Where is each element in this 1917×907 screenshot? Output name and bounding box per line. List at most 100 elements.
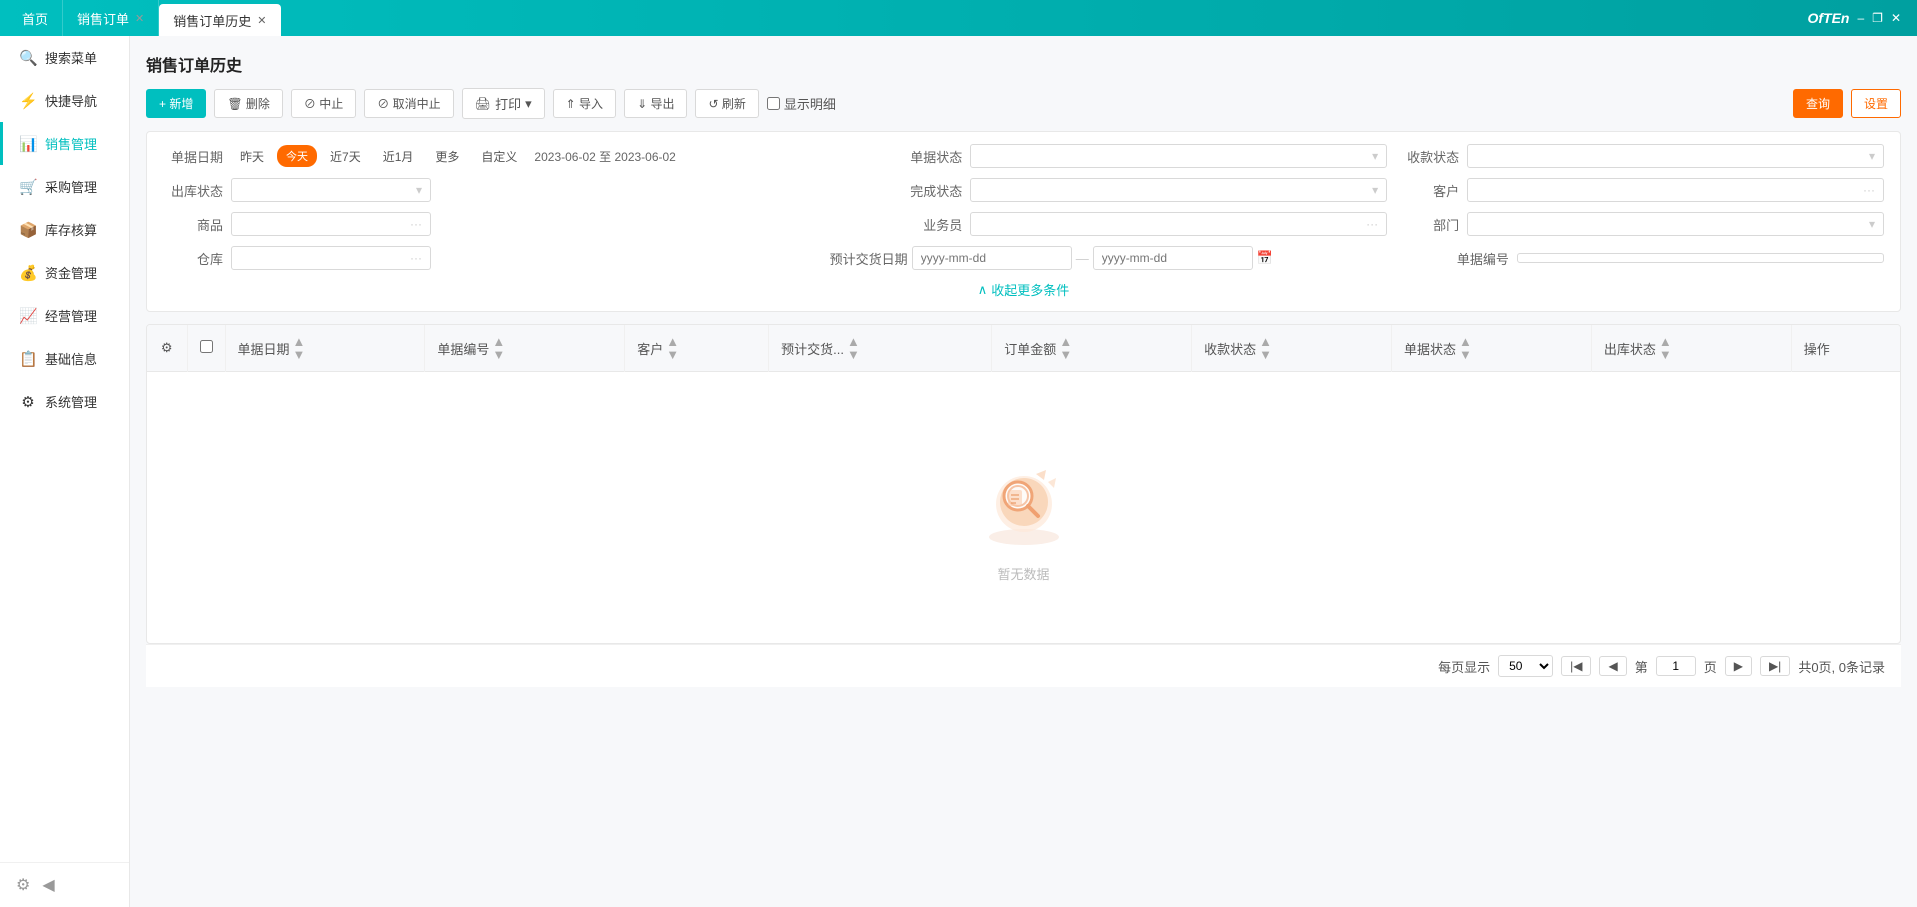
page-title: 销售订单历史 [146,52,1901,76]
settings-button[interactable]: 设置 [1851,89,1901,118]
sort-number[interactable]: 单据编号 ▲▼ [437,335,612,361]
import-button[interactable]: ⇑ 导入 [553,89,616,118]
date-btn-yesterday[interactable]: 昨天 [231,145,273,168]
page-size-select[interactable]: 10 20 50 100 [1498,655,1553,677]
chevron-down-icon: ▾ [1372,183,1378,197]
col-number: 单据编号 ▲▼ [425,325,625,372]
lightning-icon: ⚡ [19,92,37,110]
product-select[interactable]: ··· [231,212,431,236]
close-btn[interactable]: ✕ [1891,11,1901,25]
settings-icon[interactable]: ⚙ [161,340,173,355]
order-status-select[interactable]: ▾ [970,144,1387,168]
warehouse-select[interactable]: ··· [231,246,431,270]
settings-bottom-icon[interactable]: ⚙ [16,875,30,895]
delete-button[interactable]: 🗑 删除 [214,89,283,118]
empty-text: 暂无数据 [997,564,1049,583]
export-button[interactable]: ⇓ 导出 [624,89,687,118]
chart-icon: 📊 [19,135,37,153]
close-icon[interactable]: ✕ [257,14,266,27]
last-page-btn[interactable]: ▶| [1760,656,1790,676]
filter-section-date: 单据日期 昨天 今天 近7天 近1月 更多 自定义 2023-06-02 至 2… [163,145,890,168]
col-settings[interactable]: ⚙ [147,325,187,372]
delivery-status-select[interactable]: ▾ [231,178,431,202]
sort-date[interactable]: 单据日期 ▲▼ [238,335,413,361]
toolbar: + 新增 🗑 删除 ⊘ 中止 ⊘ 取消中止 🖨 🖨 打印 打印 ▾ ⇑ 导入 ⇓… [146,88,1901,119]
display-detail-input[interactable] [767,97,780,110]
expected-delivery-end[interactable] [1093,246,1253,270]
sort-arrows: ▲▼ [847,335,860,361]
date-btn-more[interactable]: 更多 [426,145,468,168]
filter-section-department: 部门 ▾ [1399,212,1884,236]
restore-btn[interactable]: ❐ [1872,11,1883,25]
sort-delivery-status[interactable]: 出库状态 ▲▼ [1604,335,1779,361]
page-number-input[interactable] [1656,656,1696,676]
date-btn-custom[interactable]: 自定义 [472,145,526,168]
chevron-down-icon: ▾ [525,96,532,112]
next-page-btn[interactable]: ▶ [1725,656,1752,676]
tab-home[interactable]: 首页 [8,0,63,36]
stop-button[interactable]: ⊘ 中止 [291,89,356,118]
filter-area: 单据日期 昨天 今天 近7天 近1月 更多 自定义 2023-06-02 至 2… [146,131,1901,312]
jump-label: 第 [1635,657,1648,676]
completion-status-select[interactable]: ▾ [970,178,1387,202]
sort-amount[interactable]: 订单金额 ▲▼ [1004,335,1179,361]
tab-sales-order-history[interactable]: 销售订单历史 ✕ [159,4,281,36]
sidebar-item-sales[interactable]: 📊 销售管理 [0,122,129,165]
department-select[interactable]: ▾ [1467,212,1884,236]
date-btn-today[interactable]: 今天 [277,145,317,167]
select-all-checkbox[interactable] [200,340,213,353]
collapse-sidebar-icon[interactable]: ◀ [42,875,54,895]
order-number-select[interactable] [1517,253,1884,263]
dots-icon: ··· [1863,183,1875,197]
sort-payment-status[interactable]: 收款状态 ▲▼ [1204,335,1379,361]
calendar-icon[interactable]: 📅 [1257,250,1273,266]
prev-page-btn[interactable]: ◀ [1599,656,1626,676]
sidebar-bottom: ⚙ ◀ [0,862,129,907]
col-order-status: 单据状态 ▲▼ [1392,325,1592,372]
cancel-stop-button[interactable]: ⊘ 取消中止 [364,89,453,118]
minimize-btn[interactable]: – [1857,11,1864,25]
expected-delivery-start[interactable] [912,246,1072,270]
refresh-button[interactable]: ↺ 刷新 [695,89,758,118]
sort-expected-delivery[interactable]: 预计交货... ▲▼ [781,335,979,361]
sidebar-item-quick-nav[interactable]: ⚡ 快捷导航 [0,79,129,122]
sidebar-item-search[interactable]: 🔍 搜索菜单 [0,36,129,79]
sidebar-item-operations[interactable]: 📈 经营管理 [0,294,129,337]
sidebar-item-system[interactable]: ⚙ 系统管理 [0,380,129,423]
print-button[interactable]: 🖨 🖨 打印 打印 ▾ [462,88,545,119]
payment-status-select[interactable]: ▾ [1467,144,1884,168]
warehouse-label: 仓库 [163,249,223,268]
sidebar-item-purchase[interactable]: 🛒 采购管理 [0,165,129,208]
sort-arrows: ▲▼ [492,335,505,361]
filter-row-3: 商品 ··· 业务员 ··· 部门 [163,212,1884,236]
main-layout: 🔍 搜索菜单 ⚡ 快捷导航 📊 销售管理 🛒 采购管理 📦 库存核算 💰 资金管… [0,36,1917,907]
date-btn-7days[interactable]: 近7天 [321,145,370,168]
tab-sales-order[interactable]: 销售订单 ✕ [63,0,159,36]
filter-section-completion-status: 完成状态 ▾ [902,178,1387,202]
sidebar-item-inventory[interactable]: 📦 库存核算 [0,208,129,251]
sort-arrows: ▲▼ [293,335,306,361]
close-icon[interactable]: ✕ [135,12,144,25]
chevron-down-icon: ▾ [1869,149,1875,163]
sidebar-item-finance[interactable]: 💰 资金管理 [0,251,129,294]
new-button[interactable]: + 新增 [146,89,206,118]
col-checkbox[interactable] [187,325,225,372]
sidebar-item-base-info[interactable]: 📋 基础信息 [0,337,129,380]
table-area: ⚙ 单据日期 ▲▼ 单据编号 [146,324,1901,644]
chevron-down-icon: ▾ [416,183,422,197]
display-detail-checkbox[interactable]: 显示明细 [767,94,836,113]
page-label: 页 [1704,657,1717,676]
sort-customer[interactable]: 客户 ▲▼ [637,335,756,361]
sort-order-status[interactable]: 单据状态 ▲▼ [1404,335,1579,361]
empty-state-row: 暂无数据 [147,372,1900,644]
col-payment-status: 收款状态 ▲▼ [1192,325,1392,372]
customer-select[interactable]: ··· [1467,178,1884,202]
date-btn-1month[interactable]: 近1月 [374,145,423,168]
salesperson-select[interactable]: ··· [970,212,1387,236]
payment-status-label: 收款状态 [1399,147,1459,166]
sort-arrows: ▲▼ [1659,335,1672,361]
filter-section-salesperson: 业务员 ··· [902,212,1387,236]
collapse-row[interactable]: ∧ 收起更多条件 [163,280,1884,299]
query-button[interactable]: 查询 [1793,89,1843,118]
first-page-btn[interactable]: |◀ [1561,656,1591,676]
